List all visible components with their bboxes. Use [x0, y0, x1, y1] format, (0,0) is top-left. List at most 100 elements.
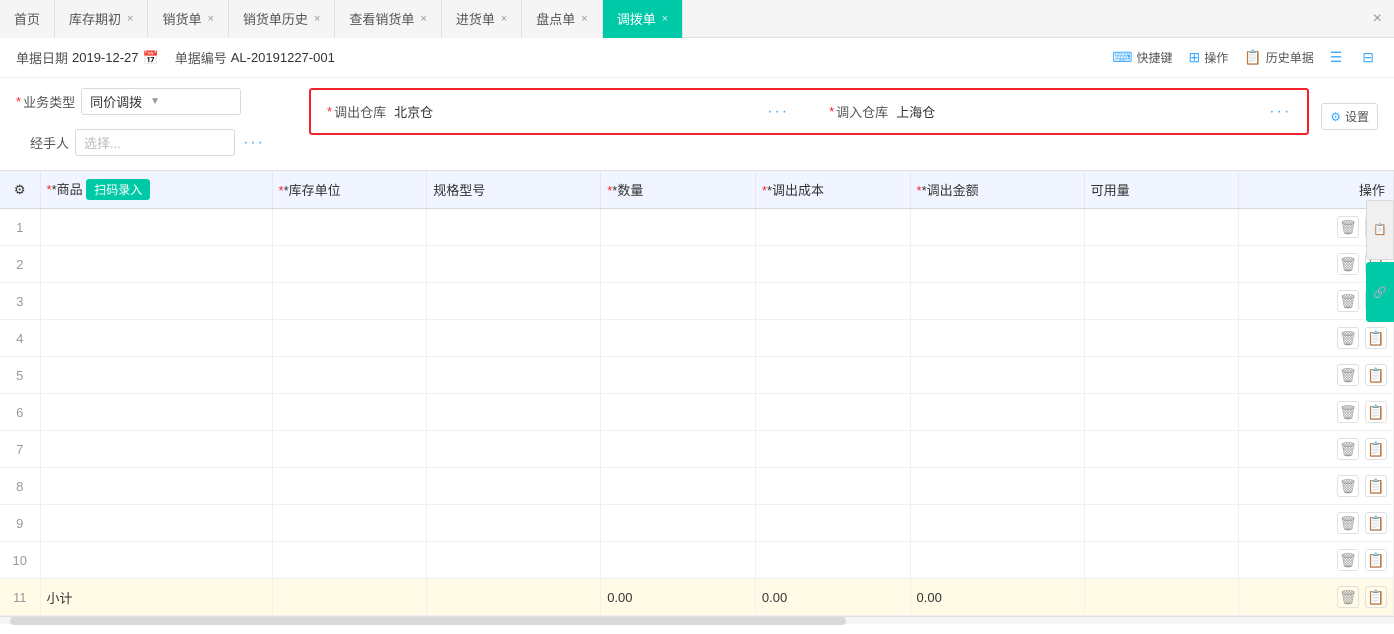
- tab-stock-take-close[interactable]: ×: [581, 13, 587, 25]
- tab-home[interactable]: 首页: [0, 0, 55, 38]
- settings-button[interactable]: ⚙ 设置: [1321, 103, 1378, 130]
- row-product[interactable]: [40, 431, 272, 468]
- row-unit[interactable]: [272, 394, 427, 431]
- row-unit[interactable]: [272, 505, 427, 542]
- row-product[interactable]: [40, 209, 272, 246]
- row-delete-icon[interactable]: 🗑: [1337, 586, 1359, 608]
- history-button[interactable]: 📋 历史单据: [1244, 49, 1313, 66]
- row-unit[interactable]: [272, 320, 427, 357]
- scan-button[interactable]: 扫码录入: [86, 179, 150, 200]
- row-qty[interactable]: [601, 246, 756, 283]
- row-copy-icon[interactable]: 📋: [1365, 475, 1387, 497]
- row-product[interactable]: [40, 505, 272, 542]
- transfer-in-more-btn[interactable]: ···: [1269, 103, 1291, 121]
- row-cost[interactable]: [755, 394, 910, 431]
- tab-sales-order[interactable]: 销货单 ×: [148, 0, 228, 38]
- row-unit[interactable]: [272, 357, 427, 394]
- row-product[interactable]: [40, 246, 272, 283]
- row-copy-icon[interactable]: 📋: [1365, 512, 1387, 534]
- shortcut-button[interactable]: ⌨ 快捷键: [1112, 49, 1172, 66]
- tab-sales-order-close[interactable]: ×: [207, 13, 213, 25]
- tab-stock-take[interactable]: 盘点单 ×: [522, 0, 602, 38]
- row-unit[interactable]: [272, 283, 427, 320]
- row-spec[interactable]: [427, 468, 601, 505]
- row-delete-icon[interactable]: 🗑: [1337, 290, 1359, 312]
- row-copy-icon[interactable]: 📋: [1365, 438, 1387, 460]
- row-copy-icon[interactable]: 📋: [1365, 401, 1387, 423]
- window-close-button[interactable]: ×: [1361, 10, 1394, 28]
- row-cost[interactable]: [755, 283, 910, 320]
- row-cost[interactable]: [755, 505, 910, 542]
- row-spec[interactable]: [427, 357, 601, 394]
- row-amount[interactable]: [910, 246, 1084, 283]
- row-delete-icon[interactable]: 🗑: [1337, 475, 1359, 497]
- row-qty[interactable]: [601, 320, 756, 357]
- handler-more-btn[interactable]: ···: [243, 134, 265, 152]
- row-amount[interactable]: [910, 283, 1084, 320]
- row-cost[interactable]: [755, 542, 910, 579]
- row-amount[interactable]: [910, 357, 1084, 394]
- row-cost[interactable]: [755, 431, 910, 468]
- row-spec[interactable]: [427, 542, 601, 579]
- col-gear[interactable]: ⚙: [0, 171, 40, 209]
- row-qty[interactable]: [601, 468, 756, 505]
- row-unit[interactable]: [272, 431, 427, 468]
- row-amount[interactable]: [910, 505, 1084, 542]
- row-copy-icon[interactable]: 📋: [1365, 549, 1387, 571]
- tab-transfer-order[interactable]: 调拨单 ×: [603, 0, 683, 38]
- row-qty[interactable]: [601, 505, 756, 542]
- tab-sales-history-close[interactable]: ×: [314, 13, 320, 25]
- row-delete-icon[interactable]: 🗑: [1337, 401, 1359, 423]
- row-spec[interactable]: [427, 246, 601, 283]
- row-product[interactable]: [40, 542, 272, 579]
- row-delete-icon[interactable]: 🗑: [1337, 327, 1359, 349]
- row-cost[interactable]: [755, 209, 910, 246]
- row-delete-icon[interactable]: 🗑: [1337, 216, 1359, 238]
- handler-select[interactable]: 选择...: [75, 129, 235, 156]
- layout-button-grid[interactable]: ⊟: [1362, 49, 1378, 66]
- row-cost[interactable]: [755, 468, 910, 505]
- row-cost[interactable]: [755, 357, 910, 394]
- row-unit[interactable]: [272, 246, 427, 283]
- row-spec[interactable]: [427, 505, 601, 542]
- row-qty[interactable]: [601, 431, 756, 468]
- row-qty[interactable]: [601, 542, 756, 579]
- row-amount[interactable]: [910, 394, 1084, 431]
- tab-purchase-order[interactable]: 进货单 ×: [442, 0, 522, 38]
- tab-sales-history[interactable]: 销货单历史 ×: [229, 0, 335, 38]
- scrollbar-thumb[interactable]: [10, 617, 846, 625]
- business-type-select[interactable]: 同价调拨 ▼: [81, 88, 241, 115]
- tab-view-sales-close[interactable]: ×: [420, 13, 426, 25]
- row-amount[interactable]: [910, 542, 1084, 579]
- row-cost[interactable]: [755, 320, 910, 357]
- right-panel-link-btn[interactable]: 🔗: [1366, 262, 1394, 322]
- row-delete-icon[interactable]: 🗑: [1337, 253, 1359, 275]
- row-product[interactable]: [40, 468, 272, 505]
- horizontal-scrollbar[interactable]: [0, 616, 1394, 624]
- row-product[interactable]: [40, 357, 272, 394]
- row-delete-icon[interactable]: 🗑: [1337, 549, 1359, 571]
- row-copy-icon[interactable]: 📋: [1365, 364, 1387, 386]
- row-amount[interactable]: [910, 431, 1084, 468]
- row-amount[interactable]: [910, 320, 1084, 357]
- tab-inventory-init[interactable]: 库存期初 ×: [55, 0, 148, 38]
- calendar-icon[interactable]: 📅: [143, 50, 159, 66]
- row-qty[interactable]: [601, 394, 756, 431]
- tab-purchase-order-close[interactable]: ×: [501, 13, 507, 25]
- row-delete-icon[interactable]: 🗑: [1337, 512, 1359, 534]
- transfer-in-value[interactable]: 上海仓: [896, 102, 1261, 121]
- row-amount[interactable]: [910, 209, 1084, 246]
- row-cost[interactable]: [755, 246, 910, 283]
- row-delete-icon[interactable]: 🗑: [1337, 438, 1359, 460]
- right-panel-notes-btn[interactable]: 📋: [1366, 200, 1394, 260]
- row-product[interactable]: [40, 320, 272, 357]
- tab-view-sales[interactable]: 查看销货单 ×: [335, 0, 441, 38]
- row-qty[interactable]: [601, 209, 756, 246]
- row-unit[interactable]: [272, 468, 427, 505]
- row-spec[interactable]: [427, 283, 601, 320]
- row-unit[interactable]: [272, 542, 427, 579]
- row-qty[interactable]: [601, 357, 756, 394]
- row-copy-icon[interactable]: 📋: [1365, 586, 1387, 608]
- tab-inventory-init-close[interactable]: ×: [127, 13, 133, 25]
- row-amount[interactable]: [910, 468, 1084, 505]
